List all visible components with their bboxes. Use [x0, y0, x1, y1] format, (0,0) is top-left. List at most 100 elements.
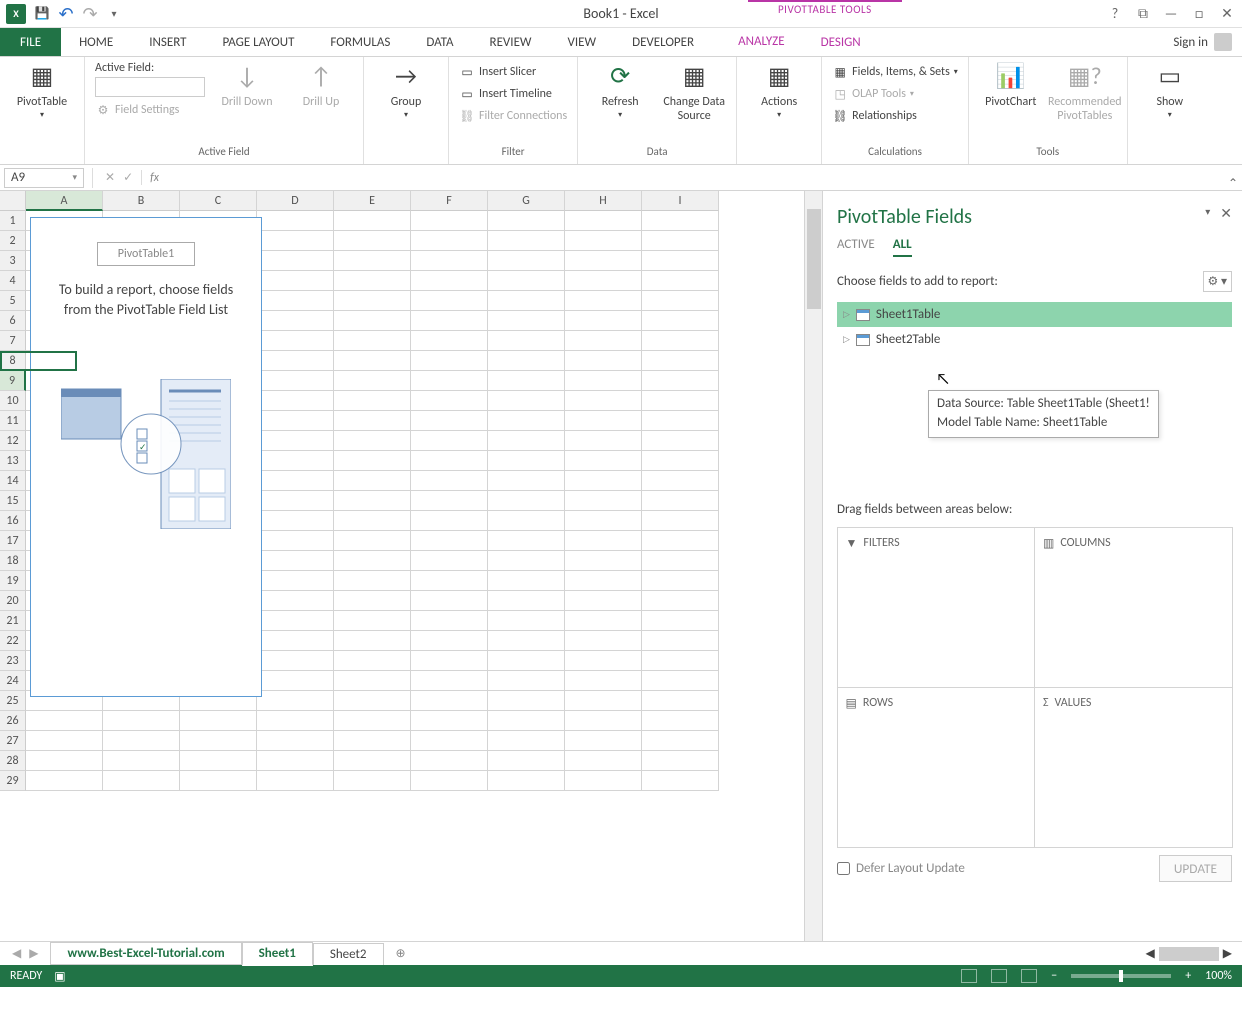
col-header-F[interactable]: F: [411, 191, 488, 211]
pane-options-icon[interactable]: ▾: [1205, 205, 1210, 222]
cell[interactable]: [565, 311, 642, 331]
cell[interactable]: [488, 411, 565, 431]
row-header-12[interactable]: 12: [0, 431, 26, 451]
help-icon[interactable]: ?: [1108, 7, 1122, 21]
cell[interactable]: [642, 231, 719, 251]
cell[interactable]: [334, 731, 411, 751]
cell[interactable]: [26, 731, 103, 751]
cell[interactable]: [642, 671, 719, 691]
row-header-26[interactable]: 26: [0, 711, 26, 731]
cell[interactable]: [257, 731, 334, 751]
cell[interactable]: [257, 391, 334, 411]
minimize-icon[interactable]: —: [1164, 7, 1178, 21]
cell[interactable]: [26, 751, 103, 771]
cell[interactable]: [411, 671, 488, 691]
cell[interactable]: [257, 631, 334, 651]
cell[interactable]: [411, 251, 488, 271]
cell[interactable]: [411, 771, 488, 791]
cell[interactable]: [565, 331, 642, 351]
sheet-nav-prev-icon[interactable]: ◀: [12, 946, 21, 961]
maximize-icon[interactable]: □: [1192, 7, 1206, 21]
tab-developer[interactable]: DEVELOPER: [614, 28, 712, 56]
col-header-G[interactable]: G: [488, 191, 565, 211]
page-break-view-icon[interactable]: [1021, 969, 1037, 983]
tab-insert[interactable]: INSERT: [131, 28, 204, 56]
sheet-nav-next-icon[interactable]: ▶: [29, 946, 38, 961]
cell[interactable]: [257, 611, 334, 631]
row-header-1[interactable]: 1: [0, 211, 26, 231]
cell[interactable]: [565, 651, 642, 671]
expand-icon[interactable]: ▷: [843, 334, 850, 345]
filters-area[interactable]: ▼FILTERS: [837, 527, 1036, 688]
cell[interactable]: [257, 531, 334, 551]
cell[interactable]: [411, 431, 488, 451]
cell[interactable]: [642, 251, 719, 271]
cell[interactable]: [565, 591, 642, 611]
cell[interactable]: [488, 391, 565, 411]
col-header-C[interactable]: C: [180, 191, 257, 211]
row-header-23[interactable]: 23: [0, 651, 26, 671]
cell[interactable]: [334, 611, 411, 631]
cell[interactable]: [257, 491, 334, 511]
olap-tools-button[interactable]: ◳OLAP Tools ▾: [832, 83, 958, 105]
cell[interactable]: [488, 731, 565, 751]
update-button[interactable]: UPDATE: [1159, 855, 1232, 882]
cell[interactable]: [488, 551, 565, 571]
cell[interactable]: [180, 731, 257, 751]
cell[interactable]: [180, 771, 257, 791]
cell[interactable]: [257, 691, 334, 711]
cell[interactable]: [488, 351, 565, 371]
zoom-in-icon[interactable]: +: [1185, 969, 1191, 983]
cell[interactable]: [334, 231, 411, 251]
row-header-3[interactable]: 3: [0, 251, 26, 271]
sheet-tab-sheet1[interactable]: Sheet1: [242, 942, 313, 966]
cell[interactable]: [334, 591, 411, 611]
cell[interactable]: [257, 571, 334, 591]
cell[interactable]: [488, 251, 565, 271]
row-header-28[interactable]: 28: [0, 751, 26, 771]
cell[interactable]: [411, 291, 488, 311]
field-table-sheet2[interactable]: ▷ Sheet2Table: [837, 327, 1232, 352]
defer-layout-checkbox[interactable]: [837, 862, 850, 875]
cell[interactable]: [411, 591, 488, 611]
cell[interactable]: [334, 271, 411, 291]
tab-analyze[interactable]: ANALYZE: [720, 28, 803, 56]
cell[interactable]: [565, 751, 642, 771]
cell[interactable]: [411, 391, 488, 411]
row-header-2[interactable]: 2: [0, 231, 26, 251]
cell[interactable]: [411, 711, 488, 731]
cell[interactable]: [565, 411, 642, 431]
cell[interactable]: [257, 351, 334, 371]
cell[interactable]: [334, 291, 411, 311]
cell[interactable]: [565, 531, 642, 551]
row-header-6[interactable]: 6: [0, 311, 26, 331]
row-header-8[interactable]: 8: [0, 351, 26, 371]
group-button[interactable]: →Group▾: [374, 61, 438, 121]
cell[interactable]: [411, 691, 488, 711]
cell[interactable]: [411, 371, 488, 391]
worksheet-grid[interactable]: 1234567891011121314151617181920212223242…: [0, 191, 822, 941]
cell[interactable]: [334, 651, 411, 671]
row-header-25[interactable]: 25: [0, 691, 26, 711]
row-header-13[interactable]: 13: [0, 451, 26, 471]
tab-formulas[interactable]: FORMULAS: [312, 28, 408, 56]
ribbon-display-icon[interactable]: ⧉: [1136, 7, 1150, 21]
cell[interactable]: [488, 451, 565, 471]
cell[interactable]: [488, 691, 565, 711]
cell[interactable]: [565, 731, 642, 751]
macro-record-icon[interactable]: ▣: [54, 969, 65, 984]
cell[interactable]: [565, 631, 642, 651]
insert-slicer-button[interactable]: ▭Insert Slicer: [459, 61, 567, 83]
cell[interactable]: [257, 411, 334, 431]
cell[interactable]: [257, 211, 334, 231]
pivottable-placeholder[interactable]: PivotTable1 To build a report, choose fi…: [30, 217, 262, 697]
cell[interactable]: [565, 491, 642, 511]
cell[interactable]: [565, 771, 642, 791]
relationships-button[interactable]: ⛓Relationships: [832, 105, 958, 127]
tab-review[interactable]: REVIEW: [472, 28, 550, 56]
cell[interactable]: [103, 711, 180, 731]
cell[interactable]: [411, 551, 488, 571]
zoom-level[interactable]: 100%: [1205, 969, 1232, 983]
row-header-14[interactable]: 14: [0, 471, 26, 491]
cell[interactable]: [488, 631, 565, 651]
